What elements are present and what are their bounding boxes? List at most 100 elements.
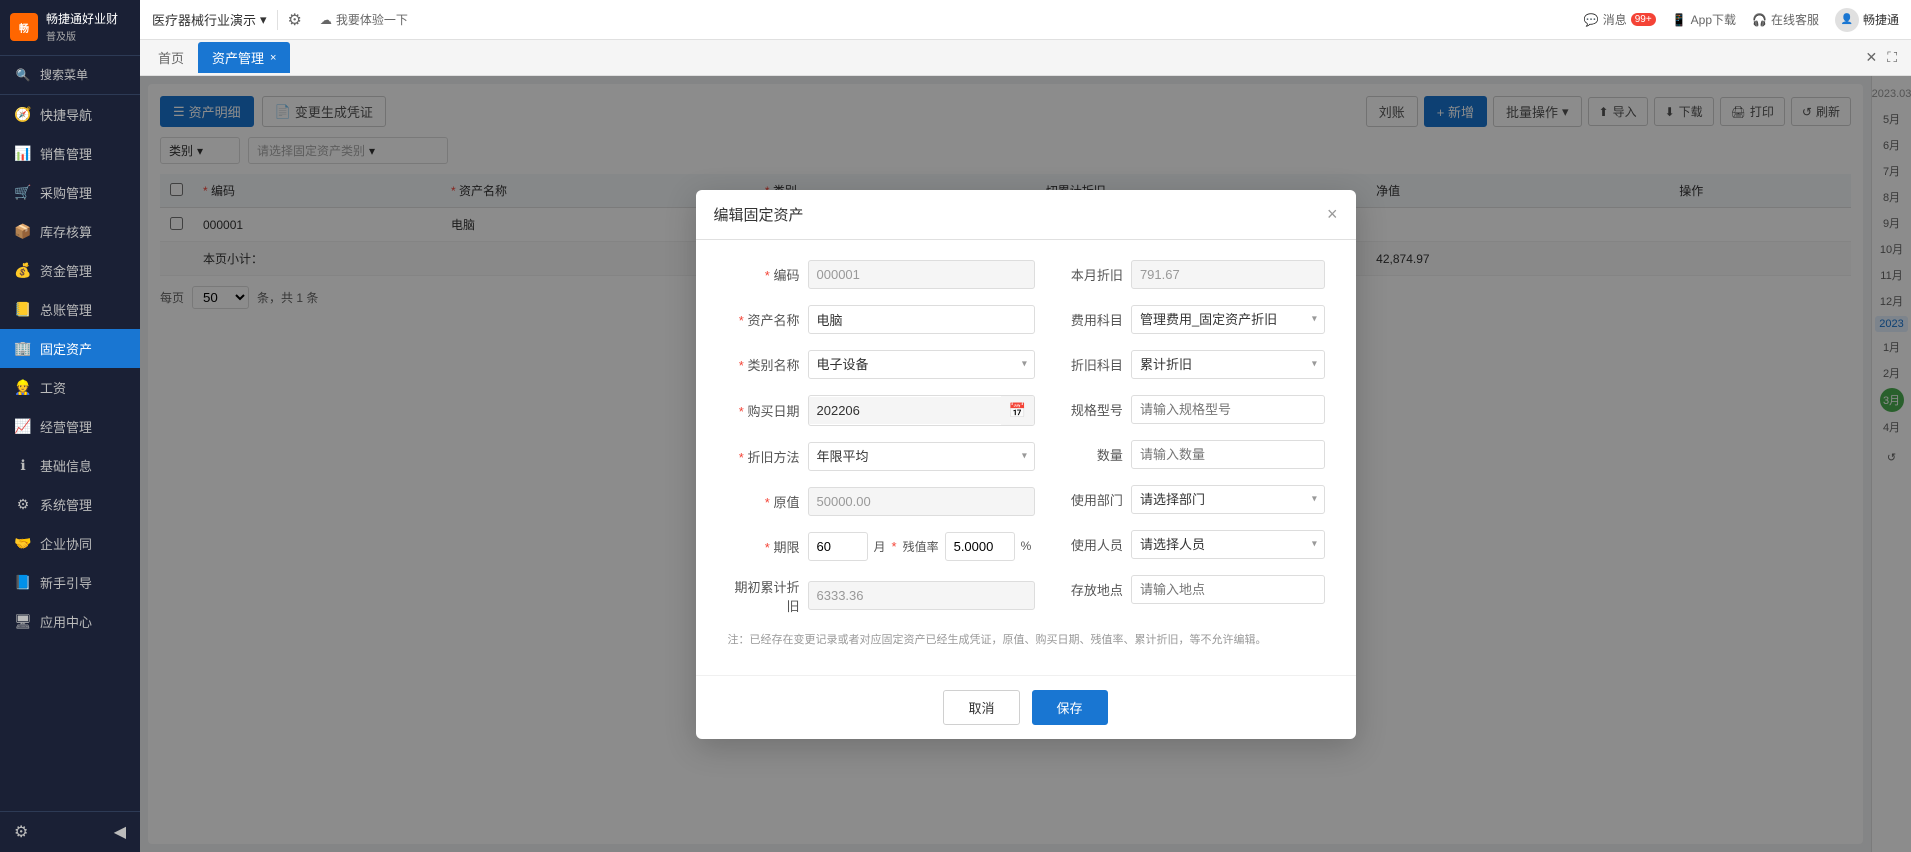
asset-name-input[interactable] [808,305,1035,334]
dep-subject-label: 折旧科目 [1051,355,1131,374]
online-service-label: 在线客服 [1771,11,1819,28]
initial-accum-dep-label: 期初累计折旧 [728,577,808,615]
info-icon: ℹ [14,456,32,474]
person-label: 使用人员 [1051,535,1131,554]
period-input[interactable] [808,532,868,561]
sidebar-item-purchase[interactable]: 🛒 采购管理 [0,173,140,212]
tab-close-btn[interactable]: ✕ [1863,47,1879,68]
settings-icon[interactable]: ⚙ [14,822,28,842]
topbar-gear-icon[interactable]: ⚙ [288,10,302,30]
category-select[interactable]: 电子设备 [808,350,1035,379]
form-row-monthly-dep: 本月折旧 [1043,260,1333,289]
experience-link[interactable]: ☁ 我要体验一下 [320,11,408,28]
cancel-button[interactable]: 取消 [943,690,1019,725]
topbar: 医疗器械行业演示 ▾ ⚙ ☁ 我要体验一下 💬 消息 99+ 📱 App下载 🎧… [140,0,1911,40]
app-download-action[interactable]: 📱 App下载 [1672,11,1736,28]
sidebar-item-basic-info[interactable]: ℹ 基础信息 [0,446,140,485]
company-chevron-icon: ▾ [260,12,267,28]
dep-method-select[interactable]: 年限平均 [808,442,1035,471]
ledger-icon: 📒 [14,300,32,318]
sidebar-bottom: ⚙ ◀ [0,811,140,852]
compass-icon: 🧭 [14,105,32,123]
original-value-label: * 原值 [728,492,808,511]
content-area: ☰ 资产明细 📄 变更生成凭证 刘账 + 新增 批量操作 ▾ [140,76,1911,852]
sidebar-item-label: 采购管理 [40,183,92,202]
online-service-action[interactable]: 🎧 在线客服 [1752,11,1819,28]
location-input[interactable] [1131,575,1325,604]
box-icon: 📦 [14,222,32,240]
form-left-col: * 编码 * 资产名称 [720,260,1043,631]
category-label: * 类别名称 [728,355,808,374]
original-value-input[interactable] [808,487,1035,516]
sidebar-item-label: 系统管理 [40,495,92,514]
sidebar-item-operations[interactable]: 📈 经营管理 [0,407,140,446]
form-row-purchase-date: * 购买日期 📅 [720,395,1043,426]
form-row-dep-subject: 折旧科目 累计折旧 ▾ [1043,350,1333,379]
message-icon: 💬 [1584,13,1599,27]
sidebar-item-fixed-assets[interactable]: 🏢 固定资产 [0,329,140,368]
person-select[interactable]: 请选择人员 [1131,530,1325,559]
message-badge: 99+ [1631,13,1656,26]
period-residual-group: 月 * 残值率 % [808,532,1035,561]
edit-asset-modal: 编辑固定资产 × * 编码 [696,190,1356,739]
spec-input[interactable] [1131,395,1325,424]
sidebar-item-app-center[interactable]: 🖥 应用中心 [0,602,140,641]
sidebar-item-sales[interactable]: 📊 销售管理 [0,134,140,173]
form-row-department: 使用部门 请选择部门 ▾ [1043,485,1333,514]
expense-subject-label: 费用科目 [1051,310,1131,329]
sidebar-item-quick-nav[interactable]: 🧭 快捷导航 [0,95,140,134]
dep-method-label: * 折旧方法 [728,447,808,466]
app-title: 畅捷通好业财 [46,12,118,28]
period-label: * 期限 [728,537,808,556]
sidebar-item-system[interactable]: ⚙ 系统管理 [0,485,140,524]
quantity-input[interactable] [1131,440,1325,469]
sidebar-header: 畅 畅捷通好业财 普及版 [0,0,140,56]
modal-close-btn[interactable]: × [1327,204,1338,225]
purchase-date-label: * 购买日期 [728,401,808,420]
residual-rate-unit: % [1021,539,1032,553]
expense-subject-select[interactable]: 管理费用_固定资产折旧 [1131,305,1325,334]
purchase-date-input[interactable] [809,397,1001,424]
dep-subject-select[interactable]: 累计折旧 [1131,350,1325,379]
collapse-icon[interactable]: ◀ [114,822,126,842]
monitor-icon: 🖥 [14,612,32,630]
handshake-icon: 🤝 [14,534,32,552]
tab-maximize-btn[interactable]: ⛶ [1885,47,1899,68]
calendar-icon[interactable]: 📅 [1001,396,1034,425]
sidebar-item-search[interactable]: 🔍 搜索菜单 [0,56,140,95]
period-unit: 月 [874,538,886,555]
save-button[interactable]: 保存 [1032,690,1108,725]
department-select[interactable]: 请选择部门 [1131,485,1325,514]
sidebar-item-wages[interactable]: 👷 工资 [0,368,140,407]
department-label: 使用部门 [1051,490,1131,509]
chart-icon: 📊 [14,144,32,162]
tab-close-icon[interactable]: × [270,52,276,64]
user-menu[interactable]: 👤 畅捷通 [1835,8,1899,32]
tab-asset-management[interactable]: 资产管理 × [198,42,290,73]
sidebar-item-label: 总账管理 [40,300,92,319]
tab-home[interactable]: 首页 [144,42,198,73]
residual-rate-input[interactable] [945,532,1015,561]
sidebar-item-finance[interactable]: 💰 资金管理 [0,251,140,290]
tab-home-label: 首页 [158,48,184,67]
company-name: 医疗器械行业演示 [152,10,256,29]
message-action[interactable]: 💬 消息 99+ [1584,11,1656,28]
app-subtitle: 普及版 [46,28,118,43]
initial-accum-dep-input[interactable] [808,581,1035,610]
topbar-divider-1 [277,10,278,30]
code-input[interactable] [808,260,1035,289]
username: 畅捷通 [1863,11,1899,28]
spec-label: 规格型号 [1051,400,1131,419]
tab-asset-label: 资产管理 [212,48,264,67]
sidebar-item-guide[interactable]: 📘 新手引导 [0,563,140,602]
sidebar-item-enterprise[interactable]: 🤝 企业协同 [0,524,140,563]
form-row-initial-accum-dep: 期初累计折旧 [720,577,1043,615]
modal-header: 编辑固定资产 × [696,190,1356,240]
dep-method-select-wrap: 年限平均 ▾ [808,442,1035,471]
person-select-wrap: 请选择人员 ▾ [1131,530,1325,559]
monthly-dep-input[interactable] [1131,260,1325,289]
sidebar-item-inventory[interactable]: 📦 库存核算 [0,212,140,251]
sidebar-item-label: 库存核算 [40,222,92,241]
company-selector[interactable]: 医疗器械行业演示 ▾ [152,10,267,29]
sidebar-item-ledger[interactable]: 📒 总账管理 [0,290,140,329]
